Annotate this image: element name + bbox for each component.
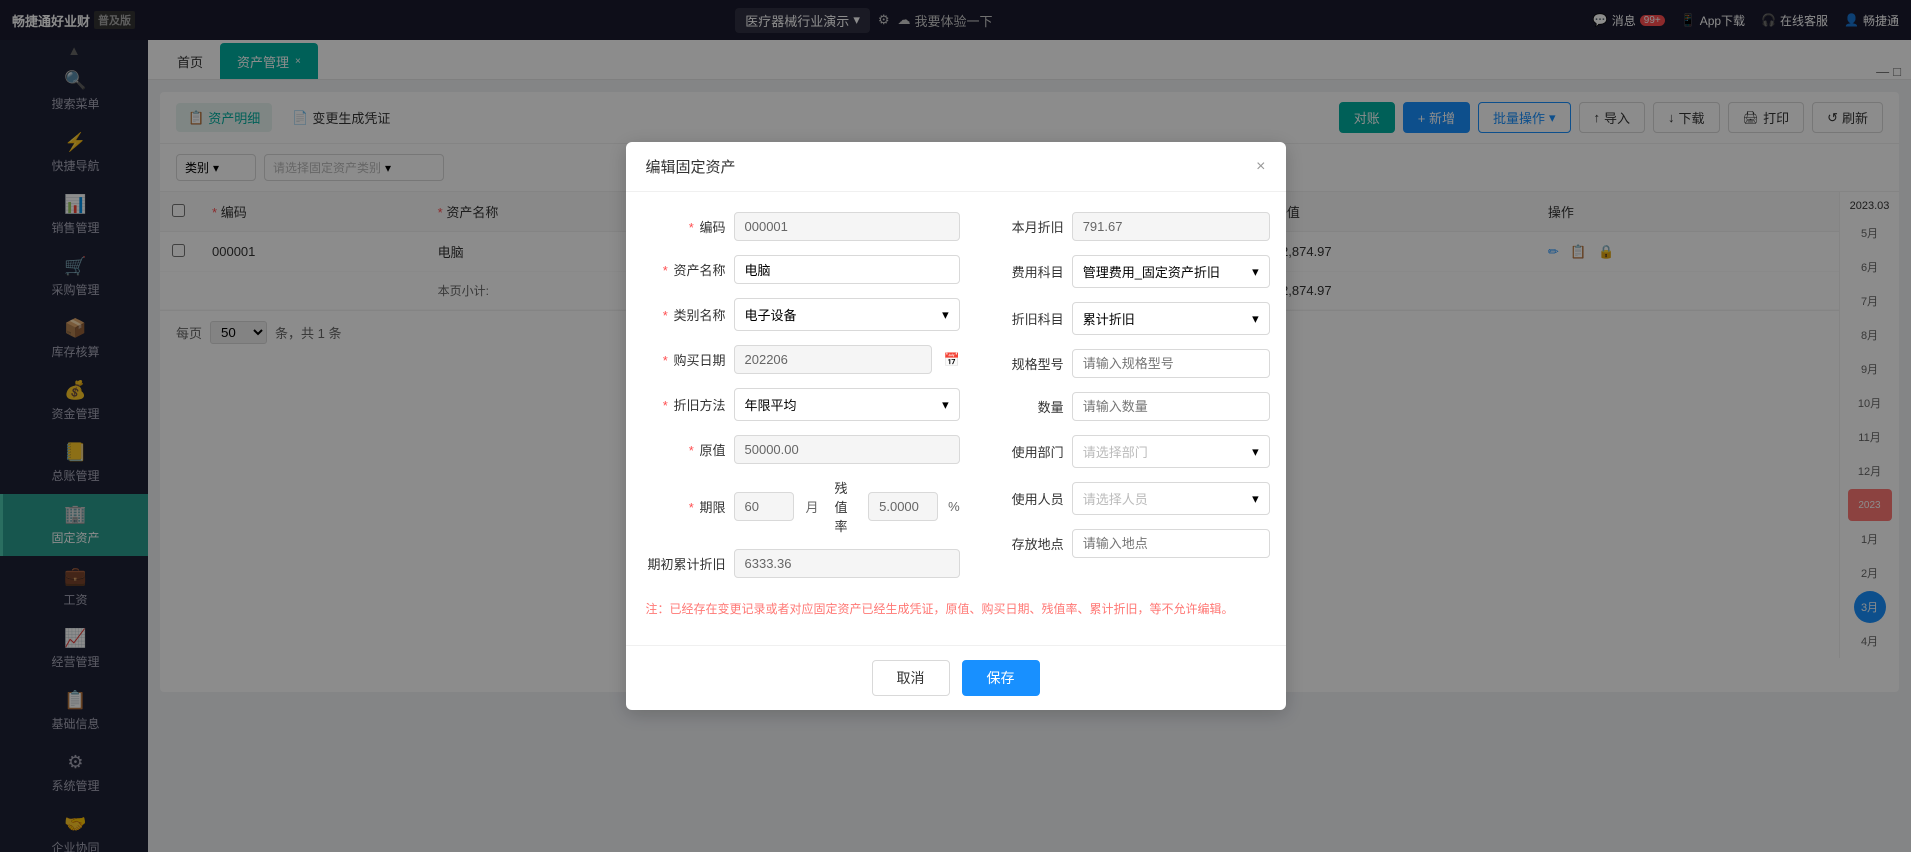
person-select[interactable]: 请选择人员 ▾ xyxy=(1072,482,1270,515)
dep-method-select[interactable]: 年限平均 ▾ xyxy=(734,388,960,421)
calendar-icon[interactable]: 📅 xyxy=(944,352,960,368)
form-row-department: 使用部门 请选择部门 ▾ xyxy=(984,435,1270,468)
asset-name-input[interactable] xyxy=(734,255,960,284)
modal-header: 编辑固定资产 × xyxy=(626,142,1286,192)
spec-input[interactable] xyxy=(1072,349,1270,378)
modal-overlay: 编辑固定资产 × * 编码 xyxy=(0,0,1911,852)
category-select[interactable]: 电子设备 ▾ xyxy=(734,298,960,331)
form-row-category: * 类别名称 电子设备 ▾ xyxy=(646,298,960,331)
cancel-button[interactable]: 取消 xyxy=(872,660,950,696)
form-row-code: * 编码 xyxy=(646,212,960,241)
modal-note: 注：已经存在变更记录或者对应固定资产已经生成凭证，原值、购买日期、残值率、累计折… xyxy=(646,592,1266,625)
form-row-monthly-dep: 本月折旧 xyxy=(984,212,1270,241)
modal-close-button[interactable]: × xyxy=(1256,158,1265,176)
form-row-initial-accum: 期初累计折旧 xyxy=(646,549,960,578)
form-row-person: 使用人员 请选择人员 ▾ xyxy=(984,482,1270,515)
form-row-dep-account: 折旧科目 累计折旧 ▾ xyxy=(984,302,1270,335)
form-row-asset-name: * 资产名称 xyxy=(646,255,960,284)
form-row-purchase-date: * 购买日期 📅 xyxy=(646,345,960,374)
residual-rate-unit-label: % xyxy=(948,499,960,514)
purchase-date-input[interactable] xyxy=(734,345,932,374)
storage-input[interactable] xyxy=(1072,529,1270,558)
modal-footer: 取消 保存 xyxy=(626,645,1286,710)
residual-rate-input[interactable] xyxy=(868,492,938,521)
dep-account-select[interactable]: 累计折旧 ▾ xyxy=(1072,302,1270,335)
initial-accum-input[interactable] xyxy=(734,549,960,578)
original-value-input[interactable] xyxy=(734,435,960,464)
form-row-quantity: 数量 xyxy=(984,392,1270,421)
code-input[interactable] xyxy=(734,212,960,241)
residual-rate-label: 残值率 xyxy=(835,478,857,535)
period-input[interactable] xyxy=(734,492,794,521)
form-row-expense-account: 费用科目 管理费用_固定资产折旧 ▾ xyxy=(984,255,1270,288)
edit-asset-modal: 编辑固定资产 × * 编码 xyxy=(626,142,1286,710)
modal-title: 编辑固定资产 xyxy=(646,156,736,177)
period-unit-label: 月 xyxy=(806,497,819,516)
form-row-spec: 规格型号 xyxy=(984,349,1270,378)
form-row-dep-method: * 折旧方法 年限平均 ▾ xyxy=(646,388,960,421)
monthly-dep-input[interactable] xyxy=(1072,212,1270,241)
quantity-input[interactable] xyxy=(1072,392,1270,421)
expense-account-select[interactable]: 管理费用_固定资产折旧 ▾ xyxy=(1072,255,1270,288)
form-row-storage: 存放地点 xyxy=(984,529,1270,558)
form-row-original-value: * 原值 xyxy=(646,435,960,464)
modal-body: * 编码 * 资产名称 xyxy=(626,192,1286,645)
save-button[interactable]: 保存 xyxy=(962,660,1040,696)
department-select[interactable]: 请选择部门 ▾ xyxy=(1072,435,1270,468)
form-row-period: * 期限 月 残值率 % xyxy=(646,478,960,535)
